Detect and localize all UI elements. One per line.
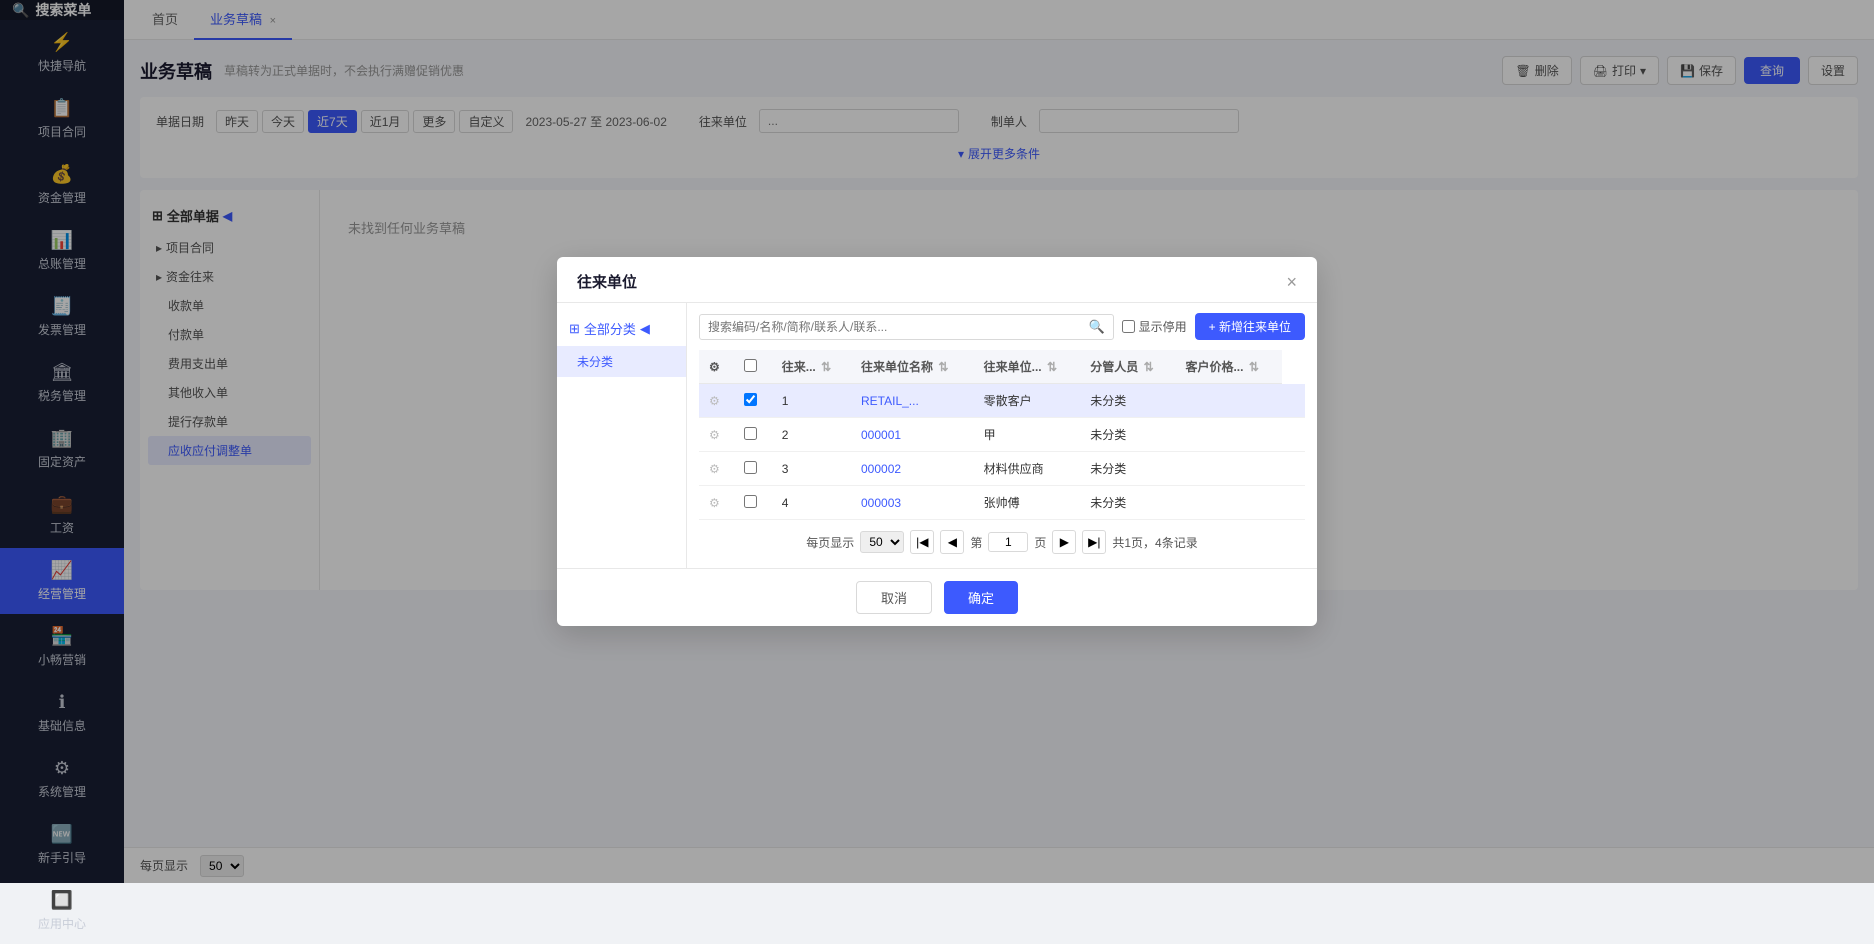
total-info: 共1页，4条记录: [1112, 534, 1197, 551]
settings-gear-icon: ⚙: [709, 360, 720, 374]
col-person-sort-icon[interactable]: ⇅: [1144, 360, 1154, 374]
partner-table: ⚙ 往来... ⇅ 往来单位名称 ⇅: [699, 350, 1305, 520]
col-category-sort-icon[interactable]: ⇅: [1047, 360, 1057, 374]
col-person-label: 分管人员: [1090, 360, 1138, 374]
col-price-label: 客户价格...: [1185, 360, 1243, 374]
col-category-label: 往来单位...: [984, 360, 1042, 374]
modal-close-button[interactable]: ×: [1286, 273, 1297, 291]
page-label: 第: [970, 534, 982, 551]
per-page-label: 每页显示: [806, 534, 854, 551]
modal-footer: 取消 确定: [557, 568, 1317, 626]
table-row[interactable]: ⚙ 3 000002 材料供应商 未分类: [699, 452, 1305, 486]
table-row[interactable]: ⚙ 4 000003 张帅傅 未分类: [699, 486, 1305, 520]
col-category: 往来单位... ⇅: [974, 350, 1081, 384]
row-settings-icon[interactable]: ⚙: [709, 496, 720, 510]
modal-table-body: ⚙ 1 RETAIL_... 零散客户 未分类 ⚙ 2 000001 甲 未分类…: [699, 384, 1305, 520]
sidebar-item-app-center[interactable]: 🔲应用中心: [0, 878, 124, 944]
show-disabled-label: 显示停用: [1139, 318, 1187, 335]
modal-toolbar: 🔍 显示停用 + 新增往来单位: [699, 313, 1305, 340]
modal-sidebar-unclassified[interactable]: 未分类: [557, 346, 686, 377]
last-page-btn[interactable]: ▶|: [1082, 530, 1106, 554]
col-checkbox: [734, 350, 772, 384]
page-suffix: 页: [1034, 534, 1046, 551]
search-input[interactable]: [708, 320, 1084, 334]
row-checkbox[interactable]: [744, 495, 757, 508]
search-box: 🔍: [699, 314, 1114, 340]
app-center-icon: 🔲: [51, 890, 73, 911]
per-page-select[interactable]: 50: [860, 531, 904, 553]
prev-page-btn[interactable]: ◀: [940, 530, 964, 554]
col-code-sort-icon[interactable]: ⇅: [821, 360, 831, 374]
modal-sidebar: ⊞ 全部分类 ◀ 未分类: [557, 303, 687, 568]
modal-all-category-label: 全部分类: [584, 319, 636, 338]
partner-modal: 往来单位 × ⊞ 全部分类 ◀ 未分类 🔍: [557, 257, 1317, 626]
col-price-sort-icon[interactable]: ⇅: [1249, 360, 1259, 374]
modal-content: 🔍 显示停用 + 新增往来单位 ⚙: [687, 303, 1317, 568]
show-disabled-checkbox[interactable]: [1122, 320, 1135, 333]
select-all-checkbox[interactable]: [744, 359, 757, 372]
col-code-label: 往来...: [782, 360, 816, 374]
row-settings-icon[interactable]: ⚙: [709, 462, 720, 476]
row-checkbox[interactable]: [744, 461, 757, 474]
col-name-sort-icon[interactable]: ⇅: [938, 360, 948, 374]
add-partner-button[interactable]: + 新增往来单位: [1195, 313, 1305, 340]
col-name: 往来单位名称 ⇅: [851, 350, 974, 384]
show-disabled-toggle[interactable]: 显示停用: [1122, 318, 1187, 335]
table-row[interactable]: ⚙ 2 000001 甲 未分类: [699, 418, 1305, 452]
modal-all-category[interactable]: ⊞ 全部分类 ◀: [557, 311, 686, 346]
modal-title: 往来单位: [577, 271, 637, 292]
col-person: 分管人员 ⇅: [1080, 350, 1175, 384]
modal-body: ⊞ 全部分类 ◀ 未分类 🔍 显示停用 + 新增往来单位: [557, 303, 1317, 568]
col-code: 往来... ⇅: [772, 350, 851, 384]
col-name-label: 往来单位名称: [861, 360, 933, 374]
cancel-button[interactable]: 取消: [856, 581, 932, 614]
row-settings-icon[interactable]: ⚙: [709, 428, 720, 442]
table-scroll: ⚙ 往来... ⇅ 往来单位名称 ⇅: [699, 350, 1305, 520]
pagination: 每页显示 50 |◀ ◀ 第 页 ▶ ▶| 共1页，4条记录: [699, 520, 1305, 558]
grid-icon-modal: ⊞: [569, 321, 580, 337]
first-page-btn[interactable]: |◀: [910, 530, 934, 554]
table-row[interactable]: ⚙ 1 RETAIL_... 零散客户 未分类: [699, 384, 1305, 418]
page-input[interactable]: [988, 532, 1028, 552]
col-price: 客户价格... ⇅: [1175, 350, 1282, 384]
row-checkbox[interactable]: [744, 393, 757, 406]
modal-header: 往来单位 ×: [557, 257, 1317, 303]
next-page-btn[interactable]: ▶: [1052, 530, 1076, 554]
row-checkbox[interactable]: [744, 427, 757, 440]
modal-sidebar-collapse-icon[interactable]: ◀: [640, 321, 650, 337]
table-header: ⚙ 往来... ⇅ 往来单位名称 ⇅: [699, 350, 1305, 384]
col-settings[interactable]: ⚙: [699, 350, 734, 384]
search-icon-modal: 🔍: [1088, 319, 1104, 335]
confirm-button[interactable]: 确定: [944, 581, 1018, 614]
modal-overlay: 往来单位 × ⊞ 全部分类 ◀ 未分类 🔍: [0, 0, 1874, 883]
row-settings-icon[interactable]: ⚙: [709, 394, 720, 408]
